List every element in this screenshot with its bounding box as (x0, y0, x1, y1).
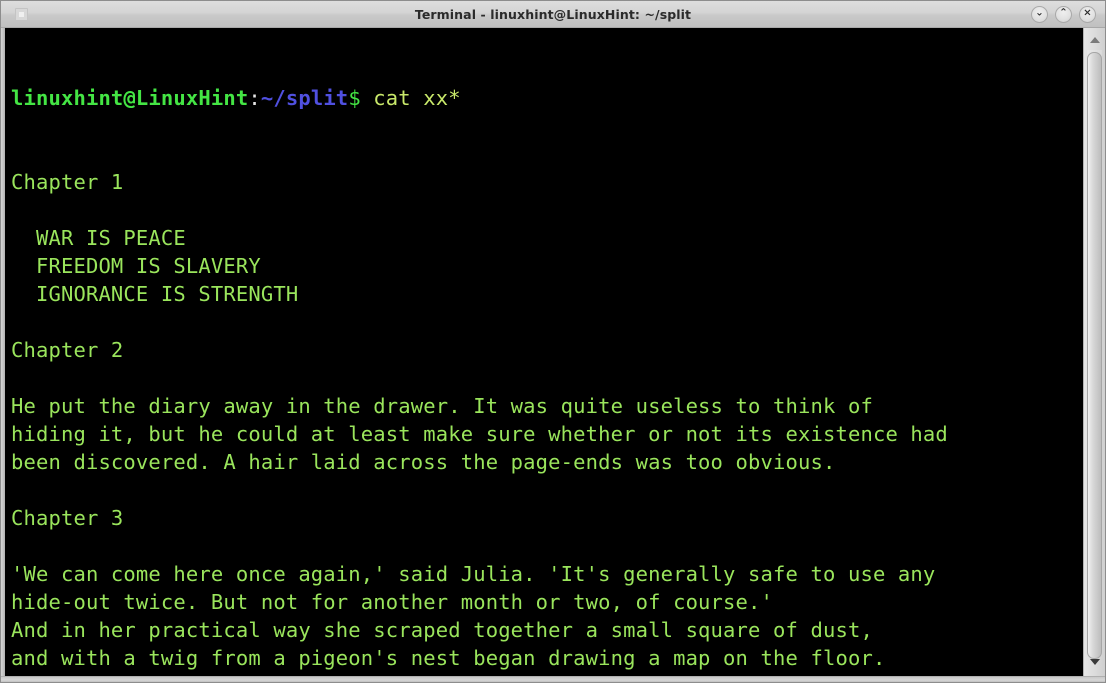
output-line: IGNORANCE IS STRENGTH (11, 282, 299, 306)
output-line: And in her practical way she scraped tog… (11, 618, 873, 642)
window-bottom-border (1, 676, 1105, 682)
output-line: been discovered. A hair laid across the … (11, 450, 836, 474)
window-titlebar[interactable]: Terminal - linuxhint@LinuxHint: ~/split … (1, 1, 1105, 28)
maximize-button[interactable]: ⌃ (1055, 5, 1072, 23)
output-line: WAR IS PEACE (11, 226, 186, 250)
chevron-down-icon: ⌄ (1035, 7, 1044, 19)
terminal-screen[interactable]: linuxhint@LinuxHint:~/split$ cat xx* Cha… (5, 28, 1083, 676)
terminal-window: Terminal - linuxhint@LinuxHint: ~/split … (0, 0, 1106, 683)
terminal-icon (15, 8, 28, 21)
close-icon: × (1083, 7, 1092, 19)
arrow-up-icon (1089, 36, 1100, 43)
prompt-command: cat xx* (360, 86, 461, 110)
output-line: Chapter 3 (11, 506, 124, 530)
output-line: He put the diary away in the drawer. It … (11, 394, 873, 418)
output-line: and with a twig from a pigeon's nest beg… (11, 646, 886, 670)
minimize-button[interactable]: ⌄ (1031, 5, 1048, 23)
prompt-user-host: linuxhint@LinuxHint (11, 86, 249, 110)
close-button[interactable]: × (1079, 5, 1096, 23)
output-line: hide-out twice. But not for another mont… (11, 590, 774, 614)
scrollbar-thumb[interactable] (1087, 52, 1102, 659)
output-line: hiding it, but he could at least make su… (11, 422, 948, 446)
terminal-body: linuxhint@LinuxHint:~/split$ cat xx* Cha… (1, 28, 1105, 676)
scroll-up-button[interactable] (1086, 31, 1103, 48)
output-line: 'We can come here once again,' said Juli… (11, 562, 936, 586)
prompt-line: linuxhint@LinuxHint:~/split$ cat xx* (11, 84, 948, 112)
output-line: Chapter 2 (11, 338, 124, 362)
terminal-scrollbar[interactable] (1083, 28, 1105, 676)
chevron-up-icon: ⌃ (1059, 7, 1068, 19)
scroll-down-button[interactable] (1086, 653, 1103, 670)
terminal-text-area[interactable]: linuxhint@LinuxHint:~/split$ cat xx* Cha… (11, 28, 948, 676)
output-line: FREEDOM IS SLAVERY (11, 254, 261, 278)
command-output: Chapter 1 WAR IS PEACE FREEDOM IS SLAVER… (11, 168, 948, 676)
window-controls: ⌄ ⌃ × (1031, 1, 1096, 27)
prompt-dollar: $ (348, 86, 361, 110)
prompt-colon: : (248, 86, 261, 110)
window-title: Terminal - linuxhint@LinuxHint: ~/split (414, 6, 692, 22)
prompt-path: ~/split (260, 86, 349, 110)
arrow-down-icon (1089, 658, 1100, 665)
output-line: Chapter 1 (11, 170, 124, 194)
